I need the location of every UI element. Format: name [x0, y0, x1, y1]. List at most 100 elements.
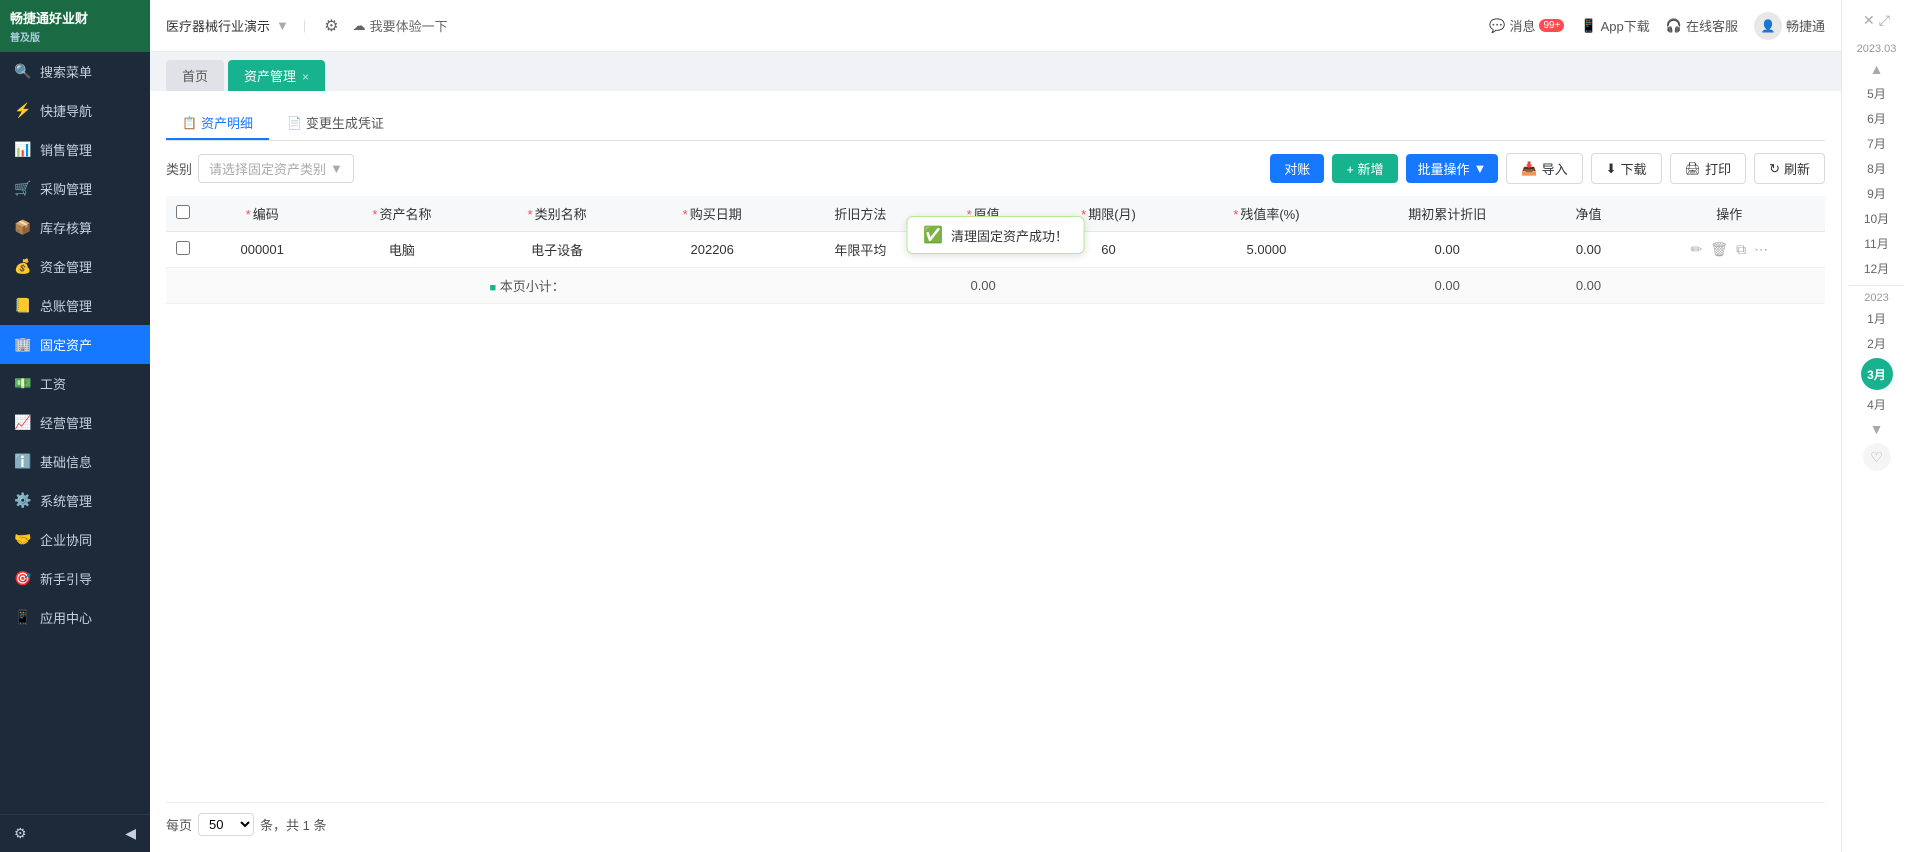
sidebar-label-10: 基础信息 [40, 452, 92, 471]
message-label: 消息 [1509, 16, 1535, 35]
experience-btn[interactable]: ☁ 我要体验一下 [353, 16, 448, 35]
toolbar-right: 对账 + 新增 批量操作 ▼ 📥 导入 ⬇ 下载 🖨 [1270, 153, 1825, 184]
topbar: 医疗器械行业演示 ▼ | ⚙ ☁ 我要体验一下 💬 消息 99+ 📱 App下载… [150, 0, 1841, 52]
sidebar-icon-0: 🔍 [14, 63, 32, 80]
sidebar-item-销售管理[interactable]: 📊销售管理 [0, 130, 150, 169]
toolbar-left: 类别 请选择固定资产类别 ▼ [166, 154, 354, 183]
sidebar-item-系统管理[interactable]: ⚙️系统管理 [0, 481, 150, 520]
settings-gear-icon[interactable]: ⚙ [320, 12, 342, 40]
table-wrapper: *编码 *资产名称 *类别名称 *购买日期 折旧方法 *原值 *期限(月) *残… [166, 196, 1825, 304]
success-toast: ✅ 清理固定资产成功！ [906, 216, 1085, 254]
sidebar-item-工资[interactable]: 💵工资 [0, 364, 150, 403]
app-download-label: App下载 [1601, 16, 1650, 35]
timeline-current-month[interactable]: 3月 [1861, 358, 1893, 390]
sidebar-item-快捷导航[interactable]: ⚡快捷导航 [0, 91, 150, 130]
app-download-btn[interactable]: 📱 App下载 [1580, 16, 1649, 35]
timeline-nav-up-icon[interactable]: ▲ [1866, 57, 1888, 81]
sidebar-label-4: 库存核算 [40, 218, 92, 237]
sidebar-item-采购管理[interactable]: 🛒采购管理 [0, 169, 150, 208]
category-placeholder: 请选择固定资产类别 [209, 159, 326, 178]
timeline-expand-icon[interactable]: ⤢ [1879, 12, 1890, 29]
delete-icon-0[interactable]: 🗑 [1710, 241, 1728, 258]
timeline-month-last-0[interactable]: 4月 [1861, 392, 1892, 417]
sidebar-icon-12: 🤝 [14, 531, 32, 548]
timeline-month-before-4[interactable]: 9月 [1858, 181, 1895, 206]
import-label: 导入 [1542, 159, 1568, 178]
category-select[interactable]: 请选择固定资产类别 ▼ [198, 154, 354, 183]
sidebar-item-企业协同[interactable]: 🤝企业协同 [0, 520, 150, 559]
timeline-month-after-1[interactable]: 2月 [1861, 331, 1892, 356]
sub-tab-1[interactable]: 📄变更生成凭证 [271, 107, 400, 140]
timeline-nav-down-icon[interactable]: ▼ [1866, 417, 1888, 441]
sidebar-item-应用中心[interactable]: 📱应用中心 [0, 598, 150, 637]
app-logo: 畅捷通好业财 普及版 [0, 0, 150, 52]
collapse-sidebar-icon[interactable]: ◀ [125, 825, 136, 842]
tab-close-1[interactable]: × [302, 70, 309, 84]
sidebar-item-基础信息[interactable]: ℹ️基础信息 [0, 442, 150, 481]
print-btn[interactable]: 🖨 打印 [1670, 153, 1747, 184]
avatar: 👤 [1754, 12, 1782, 40]
sidebar-item-新手引导[interactable]: 🎯新手引导 [0, 559, 150, 598]
subtotal-net: 0.00 [1543, 268, 1633, 304]
sidebar-item-搜索菜单[interactable]: 🔍搜索菜单 [0, 52, 150, 91]
reconcile-btn[interactable]: 对账 [1270, 154, 1324, 183]
new-btn[interactable]: + 新增 [1332, 154, 1397, 183]
timeline-close-icon[interactable]: ✕ [1863, 12, 1875, 33]
refresh-icon: ↻ [1769, 161, 1780, 177]
sidebar-item-资金管理[interactable]: 💰资金管理 [0, 247, 150, 286]
more-icon-0[interactable]: ⋯ [1754, 241, 1768, 258]
timeline-month-after-0[interactable]: 1月 [1861, 306, 1892, 331]
sidebar-label-8: 工资 [40, 374, 66, 393]
sidebar-item-库存核算[interactable]: 📦库存核算 [0, 208, 150, 247]
sidebar-label-9: 经营管理 [40, 413, 92, 432]
timeline-month-before-7[interactable]: 12月 [1858, 256, 1895, 281]
import-btn[interactable]: 📥 导入 [1506, 153, 1582, 184]
timeline-months-after: 1月2月 [1861, 306, 1892, 356]
sidebar-icon-13: 🎯 [14, 570, 32, 587]
sidebar: 畅捷通好业财 普及版 🔍搜索菜单⚡快捷导航📊销售管理🛒采购管理📦库存核算💰资金管… [0, 0, 150, 852]
sidebar-label-2: 销售管理 [40, 140, 92, 159]
per-page-select[interactable]: 50 100 200 [198, 813, 254, 836]
user-btn[interactable]: 👤 畅捷通 [1754, 12, 1825, 40]
sidebar-label-7: 固定资产 [40, 335, 92, 354]
col-category: *类别名称 [480, 196, 635, 232]
sidebar-icon-1: ⚡ [14, 102, 32, 119]
sidebar-item-经营管理[interactable]: 📈经营管理 [0, 403, 150, 442]
col-net-value: 净值 [1543, 196, 1633, 232]
subtotal-empty-residual [1182, 268, 1351, 304]
timeline-month-before-3[interactable]: 8月 [1858, 156, 1895, 181]
copy-icon-0[interactable]: ⧉ [1736, 241, 1746, 258]
select-all-cell [166, 196, 200, 232]
company-selector[interactable]: 医疗器械行业演示 ▼ [166, 16, 289, 35]
subtotal-empty-3 [324, 268, 479, 304]
online-service-label: 在线客服 [1686, 16, 1738, 35]
settings-icon[interactable]: ⚙ [14, 825, 27, 842]
sub-tab-0[interactable]: 📋资产明细 [166, 107, 269, 140]
tab-1[interactable]: 资产管理× [228, 60, 325, 91]
timeline-month-before-2[interactable]: 7月 [1858, 131, 1895, 156]
sidebar-item-总账管理[interactable]: 📒总账管理 [0, 286, 150, 325]
timeline-month-before-1[interactable]: 6月 [1858, 106, 1895, 131]
filter-label: 类别 [166, 159, 192, 178]
total-label: 条，共 1 条 [260, 815, 326, 834]
timeline-fav-icon[interactable]: ♡ [1863, 443, 1891, 471]
batch-btn[interactable]: 批量操作 ▼ [1406, 154, 1499, 183]
timeline-divider [1849, 285, 1904, 286]
timeline-month-before-6[interactable]: 11月 [1858, 231, 1895, 256]
refresh-btn[interactable]: ↻ 刷新 [1754, 153, 1825, 184]
download-btn[interactable]: ⬇ 下载 [1591, 153, 1662, 184]
timeline-month-before-5[interactable]: 10月 [1858, 206, 1895, 231]
tab-0[interactable]: 首页 [166, 60, 224, 91]
col-name: *资产名称 [324, 196, 479, 232]
online-service-btn[interactable]: 🎧 在线客服 [1666, 16, 1738, 35]
select-all-checkbox[interactable] [176, 205, 190, 219]
edit-icon-0[interactable]: ✏ [1691, 241, 1703, 258]
timeline-months-last: 4月 [1861, 392, 1892, 417]
message-btn[interactable]: 💬 消息 99+ [1489, 16, 1564, 35]
row-checkbox-0[interactable] [176, 241, 190, 255]
timeline-month-before-0[interactable]: 5月 [1858, 81, 1895, 106]
toast-message: 清理固定资产成功！ [951, 226, 1068, 245]
sidebar-item-固定资产[interactable]: 🏢固定资产 [0, 325, 150, 364]
app-version: 普及版 [10, 29, 88, 44]
row-name-0: 电脑 [324, 232, 479, 268]
